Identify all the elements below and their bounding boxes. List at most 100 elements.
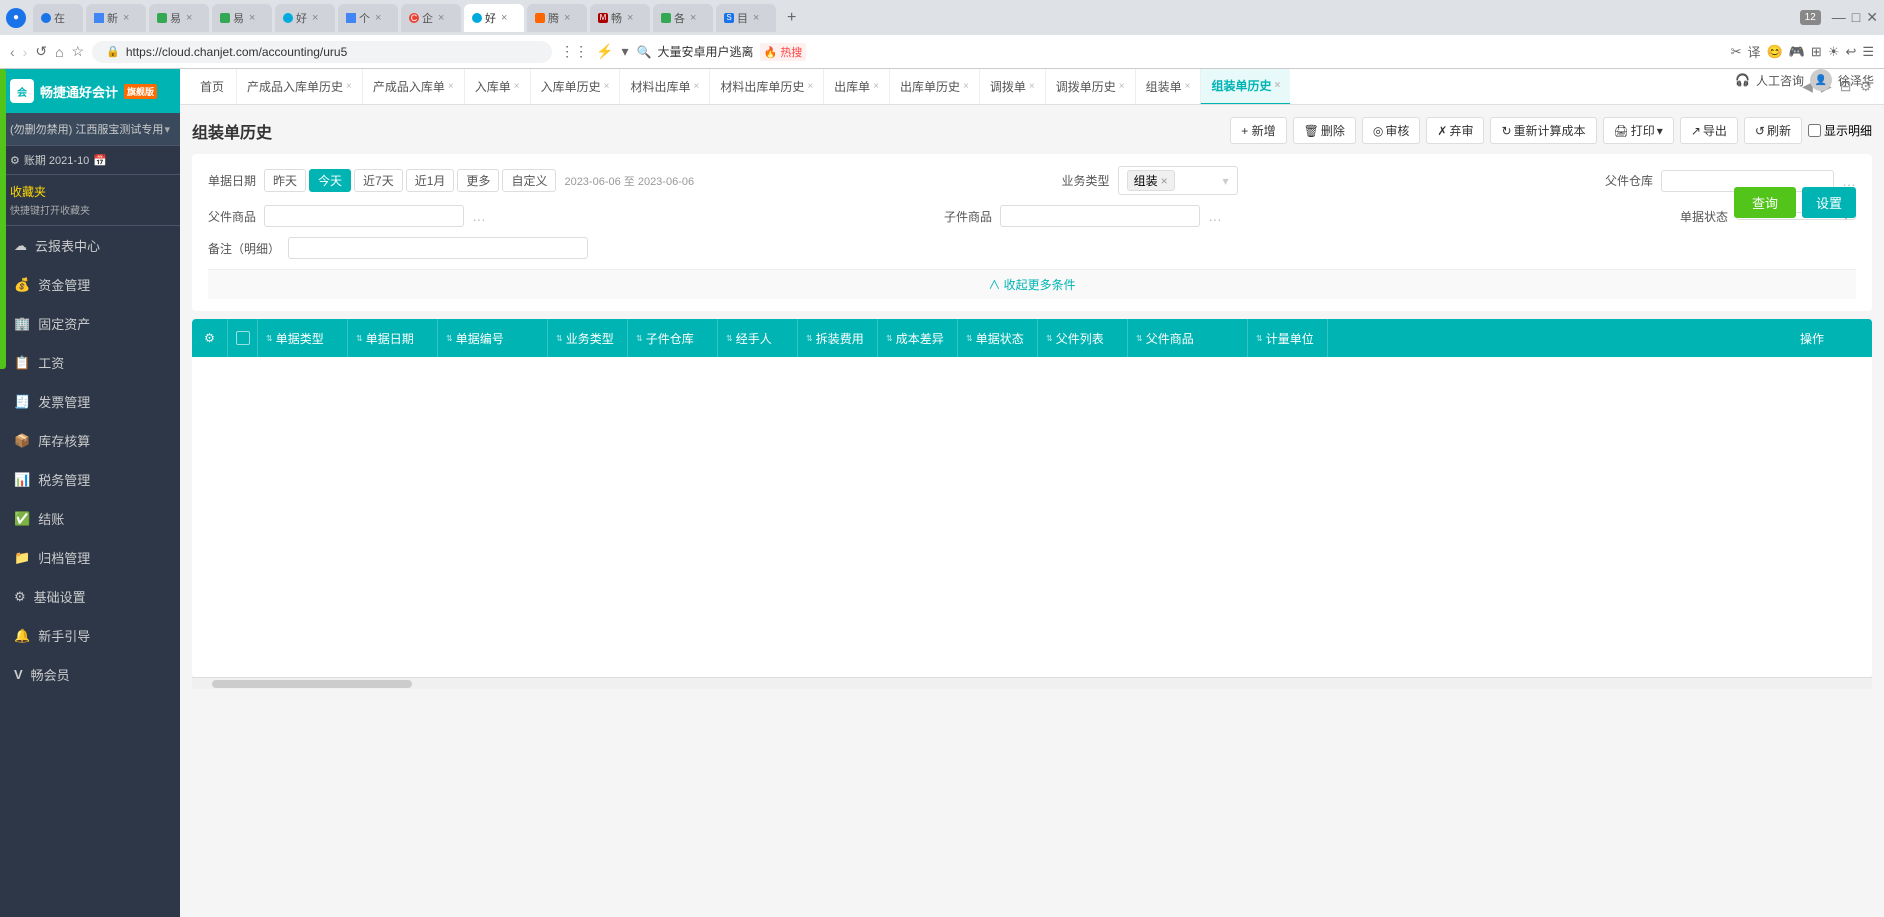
th-bill-status[interactable]: ⇅ 单据状态 [958,319,1038,357]
browser-tab[interactable]: 好 × [275,4,335,32]
browser-tab[interactable]: 易 × [212,4,272,32]
sidebar-item-funds[interactable]: 💰 资金管理 [0,265,180,304]
delete-button[interactable]: 🗑 删除 [1293,117,1356,144]
tab-inbound-history[interactable]: 入库单历史 × [530,69,620,105]
browser-tab[interactable]: C 企 × [401,4,461,32]
sidebar-item-salary[interactable]: 📋 工资 [0,343,180,382]
tab-close-icon[interactable]: × [807,81,813,92]
refresh-button[interactable]: ↺ [35,43,47,60]
browser-menu-button[interactable]: ▾ [622,43,629,60]
th-business-type[interactable]: ⇅ 业务类型 [548,319,628,357]
show-detail-check[interactable] [1808,124,1821,137]
minimize-button[interactable]: — [1832,9,1846,26]
date-btn-1month[interactable]: 近1月 [406,169,455,192]
period-area[interactable]: ⚙ 账期 2021-10 📅 [0,146,180,175]
browser-tab[interactable]: 易 × [149,4,209,32]
tab-close-icon[interactable]: × [564,12,570,24]
tab-assembly-history[interactable]: 组装单历史 × [1200,69,1290,105]
tab-close-icon[interactable]: × [963,81,969,92]
company-selector[interactable]: (勿删勿禁用) 江西服宝测试专用 ▾ [0,113,180,146]
grid-icon[interactable]: ⊞ [1811,44,1822,60]
maximize-button[interactable]: □ [1852,9,1860,26]
game-icon[interactable]: 🎮 [1789,44,1805,60]
th-parent-list[interactable]: ⇅ 父件列表 [1038,319,1128,357]
tab-home[interactable]: 首页 [188,69,236,105]
new-tab-button[interactable]: + [779,5,804,31]
tab-material-outbound-history[interactable]: 材料出库单历史 × [709,69,823,105]
home-button[interactable]: ⌂ [55,44,63,60]
tab-product-inbound-history[interactable]: 产成品入库单历史 × [236,69,362,105]
sidebar-item-closing[interactable]: ✅ 结账 [0,499,180,538]
collapse-bar[interactable]: ∧ 收起更多条件 [208,269,1856,299]
lightning-button[interactable]: ⚡ [596,43,613,60]
recalc-button[interactable]: ↻ 重新计算成本 [1490,117,1596,144]
tab-close-icon[interactable]: × [1029,81,1035,92]
parent-goods-dots[interactable]: … [472,208,486,224]
th-checkbox[interactable] [228,319,258,357]
date-btn-custom[interactable]: 自定义 [502,169,556,192]
tab-close-icon[interactable]: × [249,12,255,24]
sidebar-item-archive[interactable]: 📁 归档管理 [0,538,180,577]
h-scrollbar[interactable] [192,677,1872,689]
sidebar-item-settings[interactable]: ⚙ 基础设置 [0,577,180,616]
query-button[interactable]: 查询 [1734,187,1796,218]
th-bill-type[interactable]: ⇅ 单据类型 [258,319,348,357]
th-bill-date[interactable]: ⇅ 单据日期 [348,319,438,357]
undo-icon[interactable]: ↩ [1845,44,1856,60]
tab-close-icon[interactable]: × [693,81,699,92]
tab-close-icon[interactable]: × [873,81,879,92]
th-bill-number[interactable]: ⇅ 单据编号 [438,319,548,357]
browser-tab[interactable]: 个 × [338,4,398,32]
scrollbar-thumb[interactable] [212,680,412,688]
tag-close-icon[interactable]: × [1161,174,1168,188]
tab-close-icon[interactable]: × [312,12,318,24]
tab-close-icon[interactable]: × [690,12,696,24]
tab-transfer[interactable]: 调拨单 × [979,69,1045,105]
consult-text[interactable]: 人工咨询 [1756,72,1804,89]
tab-close-icon[interactable]: × [1119,81,1125,92]
tab-transfer-history[interactable]: 调拨单历史 × [1045,69,1135,105]
search-bar[interactable]: 🔍 大量安卓用户逃离 🔥 热搜 [637,43,1723,61]
date-btn-yesterday[interactable]: 昨天 [264,169,306,192]
browser-tab[interactable]: 新 × [86,4,146,32]
url-bar[interactable]: 🔒 https://cloud.chanjet.com/accounting/u… [92,41,552,63]
emoji-icon[interactable]: 😊 [1767,44,1783,60]
browser-tab[interactable]: S 目 × [716,4,776,32]
sidebar-item-assets[interactable]: 🏢 固定资产 [0,304,180,343]
scissors-icon[interactable]: ✂ [1731,44,1742,60]
tab-close-icon[interactable]: × [501,12,507,24]
sun-icon[interactable]: ☀ [1828,44,1840,60]
child-goods-input[interactable] [1000,205,1200,227]
window-controls[interactable]: — □ ✕ [1832,9,1878,26]
tab-close-icon[interactable]: × [753,12,759,24]
th-settings[interactable]: ⚙ [192,319,228,357]
browser-tab[interactable]: 好 × [464,4,524,32]
th-parent-goods[interactable]: ⇅ 父件商品 [1128,319,1248,357]
tab-product-inbound[interactable]: 产成品入库单 × [362,69,464,105]
tab-material-outbound[interactable]: 材料出库单 × [619,69,709,105]
tab-assembly[interactable]: 组装单 × [1135,69,1201,105]
date-btn-more[interactable]: 更多 [457,169,499,192]
setting-button[interactable]: 设置 [1802,187,1856,218]
tab-close-icon[interactable]: × [1274,80,1280,91]
forward-button[interactable]: › [23,44,28,60]
th-cost-diff[interactable]: ⇅ 成本差异 [878,319,958,357]
translate-icon[interactable]: 译 [1747,42,1760,61]
browser-tab[interactable]: 腾 × [527,4,587,32]
tab-close-icon[interactable]: × [627,12,633,24]
browser-tab[interactable]: 在 [33,4,83,32]
export-button[interactable]: ↗ 导出 [1680,117,1738,144]
bookmark-button[interactable]: ☆ [72,43,85,60]
date-btn-7days[interactable]: 近7天 [354,169,403,192]
close-button[interactable]: ✕ [1866,9,1878,26]
sidebar-item-tax[interactable]: 📊 税务管理 [0,460,180,499]
print-button[interactable]: 🖨 打印 ▾ [1603,117,1674,144]
tab-close-icon[interactable]: × [604,81,610,92]
tab-close-icon[interactable]: × [1185,81,1191,92]
sidebar-item-member[interactable]: V 畅会员 [0,655,180,694]
back-button[interactable]: ‹ [10,44,15,60]
parent-goods-input[interactable] [264,205,464,227]
browser-menu-icon[interactable]: ☰ [1862,44,1874,60]
sidebar-item-reports[interactable]: ☁ 云报表中心 [0,226,180,265]
abandon-button[interactable]: ✗ 弃审 [1426,117,1484,144]
